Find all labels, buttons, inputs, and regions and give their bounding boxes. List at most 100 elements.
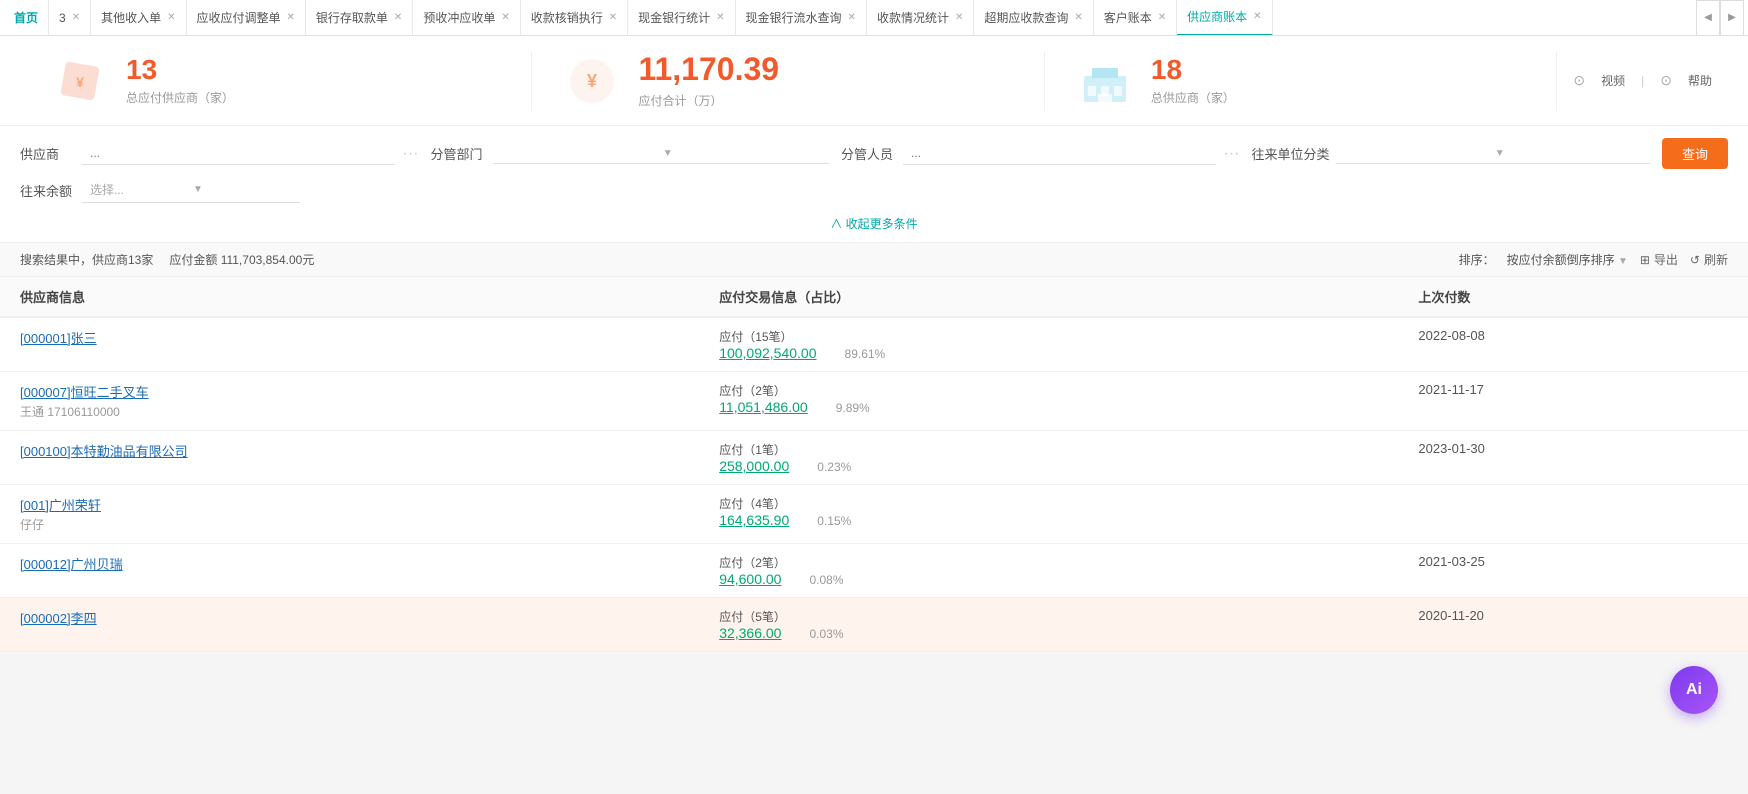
refresh-button[interactable]: ↺ 刷新 xyxy=(1690,251,1728,268)
help-link[interactable]: 帮助 xyxy=(1688,72,1712,89)
summary-card-total-suppliers: 18 总供应商（家） xyxy=(1045,51,1557,111)
supplier-info-cell: [001]广州荣轩仔仔 xyxy=(0,485,699,544)
close-cash-bank-stat[interactable]: ✕ xyxy=(716,12,724,23)
category-filter-select[interactable]: ▼ xyxy=(1336,144,1650,164)
ai-float-button[interactable]: Ai xyxy=(1670,666,1718,714)
result-bar: 搜索结果中，供应商13家 应付金额 111,703,854.00元 排序： 按应… xyxy=(0,243,1748,277)
person-filter-dots[interactable]: ··· xyxy=(1224,145,1240,163)
tx-amount[interactable]: 32,366.00 xyxy=(719,625,781,641)
nav-tab-cash-flow-label: 现金银行流水查询 xyxy=(746,9,842,26)
chevron-up-icon: ∧ xyxy=(830,217,842,231)
nav-arrow-right[interactable]: ▶ xyxy=(1720,0,1744,36)
supplier-filter-dots[interactable]: ··· xyxy=(403,145,419,163)
export-button[interactable]: ⊞ 导出 xyxy=(1640,251,1678,268)
query-button[interactable]: 查询 xyxy=(1662,138,1728,169)
category-chevron-icon: ▼ xyxy=(1495,148,1642,159)
nav-arrow-left[interactable]: ◀ xyxy=(1696,0,1720,36)
payable-amount-number: 11,170.39 xyxy=(638,52,779,87)
close-prepay-ar[interactable]: ✕ xyxy=(501,12,509,23)
nav-tab-home[interactable]: 首页 xyxy=(4,0,49,36)
export-icon: ⊞ xyxy=(1640,253,1650,267)
filter-item-category: 往来单位分类 ▼ xyxy=(1252,144,1651,164)
summary-content-payable: 13 总应付供应商（家） xyxy=(126,55,234,107)
supplier-info-cell: [000001]张三 xyxy=(0,317,699,372)
sort-chevron-icon: ▼ xyxy=(1618,256,1628,267)
filter-row-1: 供应商 ··· 分管部门 ▼ 分管人员 ··· 往来单位分类 ▼ 查询 xyxy=(20,138,1728,169)
person-filter-input[interactable] xyxy=(903,142,1216,165)
tx-amount[interactable]: 258,000.00 xyxy=(719,458,789,474)
svg-text:¥: ¥ xyxy=(76,74,84,90)
nav-tab-cash-bank-stat[interactable]: 现金银行统计 ✕ xyxy=(628,0,735,36)
tx-amount[interactable]: 164,635.90 xyxy=(719,512,789,528)
close-other-income[interactable]: ✕ xyxy=(167,12,175,23)
tx-percent: 0.08% xyxy=(809,573,843,587)
nav-tab-bank-deposit[interactable]: 银行存取款单 ✕ xyxy=(306,0,413,36)
table-row: [000100]本特勤油品有限公司应付（1笔）258,000.000.23%20… xyxy=(0,431,1748,485)
supplier-filter-input[interactable] xyxy=(82,142,395,165)
close-customer-book[interactable]: ✕ xyxy=(1158,12,1166,23)
balance-chevron-icon: ▼ xyxy=(193,184,292,195)
nav-tab-customer-book[interactable]: 客户账本 ✕ xyxy=(1094,0,1177,36)
close-supplier-book[interactable]: ✕ xyxy=(1253,11,1261,22)
tx-amount[interactable]: 11,051,486.00 xyxy=(719,399,808,415)
close-tab-3[interactable]: ✕ xyxy=(72,12,80,23)
tx-percent: 0.15% xyxy=(817,514,851,528)
payable-amount-icon: ¥ xyxy=(562,51,622,111)
total-suppliers-icon xyxy=(1075,51,1135,111)
tx-percent: 89.61% xyxy=(845,347,886,361)
tx-amount[interactable]: 94,600.00 xyxy=(719,571,781,587)
close-receipt-stat[interactable]: ✕ xyxy=(955,12,963,23)
supplier-table: 供应商信息 应付交易信息（占比） 上次付数 [000001]张三应付（15笔）1… xyxy=(0,277,1748,652)
supplier-link[interactable]: [000100]本特勤油品有限公司 xyxy=(20,444,188,459)
nav-tab-customer-book-label: 客户账本 xyxy=(1104,9,1152,26)
tx-label: 应付（2笔） xyxy=(719,382,1378,399)
tx-info-cell: 应付（4笔）164,635.90 0.15% xyxy=(699,485,1398,544)
result-amount-text: 应付金额 111,703,854.00元 xyxy=(169,251,314,268)
nav-tab-receipt-stat[interactable]: 收款情况统计 ✕ xyxy=(867,0,974,36)
nav-tab-3[interactable]: 3 ✕ xyxy=(49,0,91,36)
sort-label: 排序： xyxy=(1459,251,1495,268)
supplier-link[interactable]: [000001]张三 xyxy=(20,331,97,346)
table-row: [000012]广州贝瑞应付（2笔）94,600.000.08%2021-03-… xyxy=(0,544,1748,598)
tx-label: 应付（4笔） xyxy=(719,495,1378,512)
sort-value[interactable]: 按应付余额倒序排序 ▼ xyxy=(1507,251,1628,268)
nav-tab-cash-bank-flow[interactable]: 现金银行流水查询 ✕ xyxy=(736,0,867,36)
supplier-contact: 王通 17106110000 xyxy=(20,403,679,420)
tx-label: 应付（5笔） xyxy=(719,608,1378,625)
nav-tab-cash-stat-label: 现金银行统计 xyxy=(638,9,710,26)
nav-tab-overdue-ar[interactable]: 超期应收款查询 ✕ xyxy=(974,0,1093,36)
close-ar-ap-adjust[interactable]: ✕ xyxy=(287,12,295,23)
total-suppliers-number: 18 xyxy=(1151,55,1235,86)
supplier-link[interactable]: [000007]恒旺二手叉车 xyxy=(20,385,149,400)
supplier-link[interactable]: [000012]广州贝瑞 xyxy=(20,557,123,572)
filter-item-supplier: 供应商 ··· xyxy=(20,142,419,165)
balance-filter-select[interactable]: 选择... ▼ xyxy=(82,177,300,203)
table-header-row: 供应商信息 应付交易信息（占比） 上次付数 xyxy=(0,277,1748,317)
close-cash-bank-flow[interactable]: ✕ xyxy=(848,12,856,23)
payable-suppliers-icon: ¥ xyxy=(50,51,110,111)
nav-tab-receipt-verify-label: 收款核销执行 xyxy=(531,9,603,26)
person-filter-label: 分管人员 xyxy=(841,144,897,163)
close-bank-deposit[interactable]: ✕ xyxy=(394,12,402,23)
nav-tab-receipt-verify[interactable]: 收款核销执行 ✕ xyxy=(521,0,628,36)
nav-tab-supplier-book[interactable]: 供应商账本 ✕ xyxy=(1177,0,1272,36)
nav-tab-3-label: 3 xyxy=(59,11,66,25)
video-link[interactable]: 视频 xyxy=(1601,72,1625,89)
tx-amount[interactable]: 100,092,540.00 xyxy=(719,345,816,361)
result-bar-left: 搜索结果中，供应商13家 应付金额 111,703,854.00元 xyxy=(20,251,314,268)
nav-tab-other-income[interactable]: 其他收入单 ✕ xyxy=(91,0,186,36)
filter-item-balance: 往来余额 选择... ▼ xyxy=(20,177,300,203)
supplier-link[interactable]: [001]广州荣轩 xyxy=(20,498,101,513)
tx-info-cell: 应付（2笔）94,600.000.08% xyxy=(699,544,1398,598)
close-receipt-verify[interactable]: ✕ xyxy=(609,12,617,23)
close-overdue-ar[interactable]: ✕ xyxy=(1074,12,1082,23)
nav-tab-overdue-label: 超期应收款查询 xyxy=(984,9,1068,26)
tx-label: 应付（1笔） xyxy=(719,441,1378,458)
tx-info-cell: 应付（15笔）100,092,540.0089.61% xyxy=(699,317,1398,372)
nav-tab-ar-ap-adjust[interactable]: 应收应付调整单 ✕ xyxy=(187,0,306,36)
dept-filter-select[interactable]: ▼ xyxy=(493,144,830,164)
nav-tab-prepay-ar[interactable]: 预收冲应收单 ✕ xyxy=(413,0,520,36)
supplier-link[interactable]: [000002]李四 xyxy=(20,611,97,626)
collapse-bar[interactable]: ∧ 收起更多条件 xyxy=(20,211,1728,234)
svg-text:¥: ¥ xyxy=(587,71,597,91)
